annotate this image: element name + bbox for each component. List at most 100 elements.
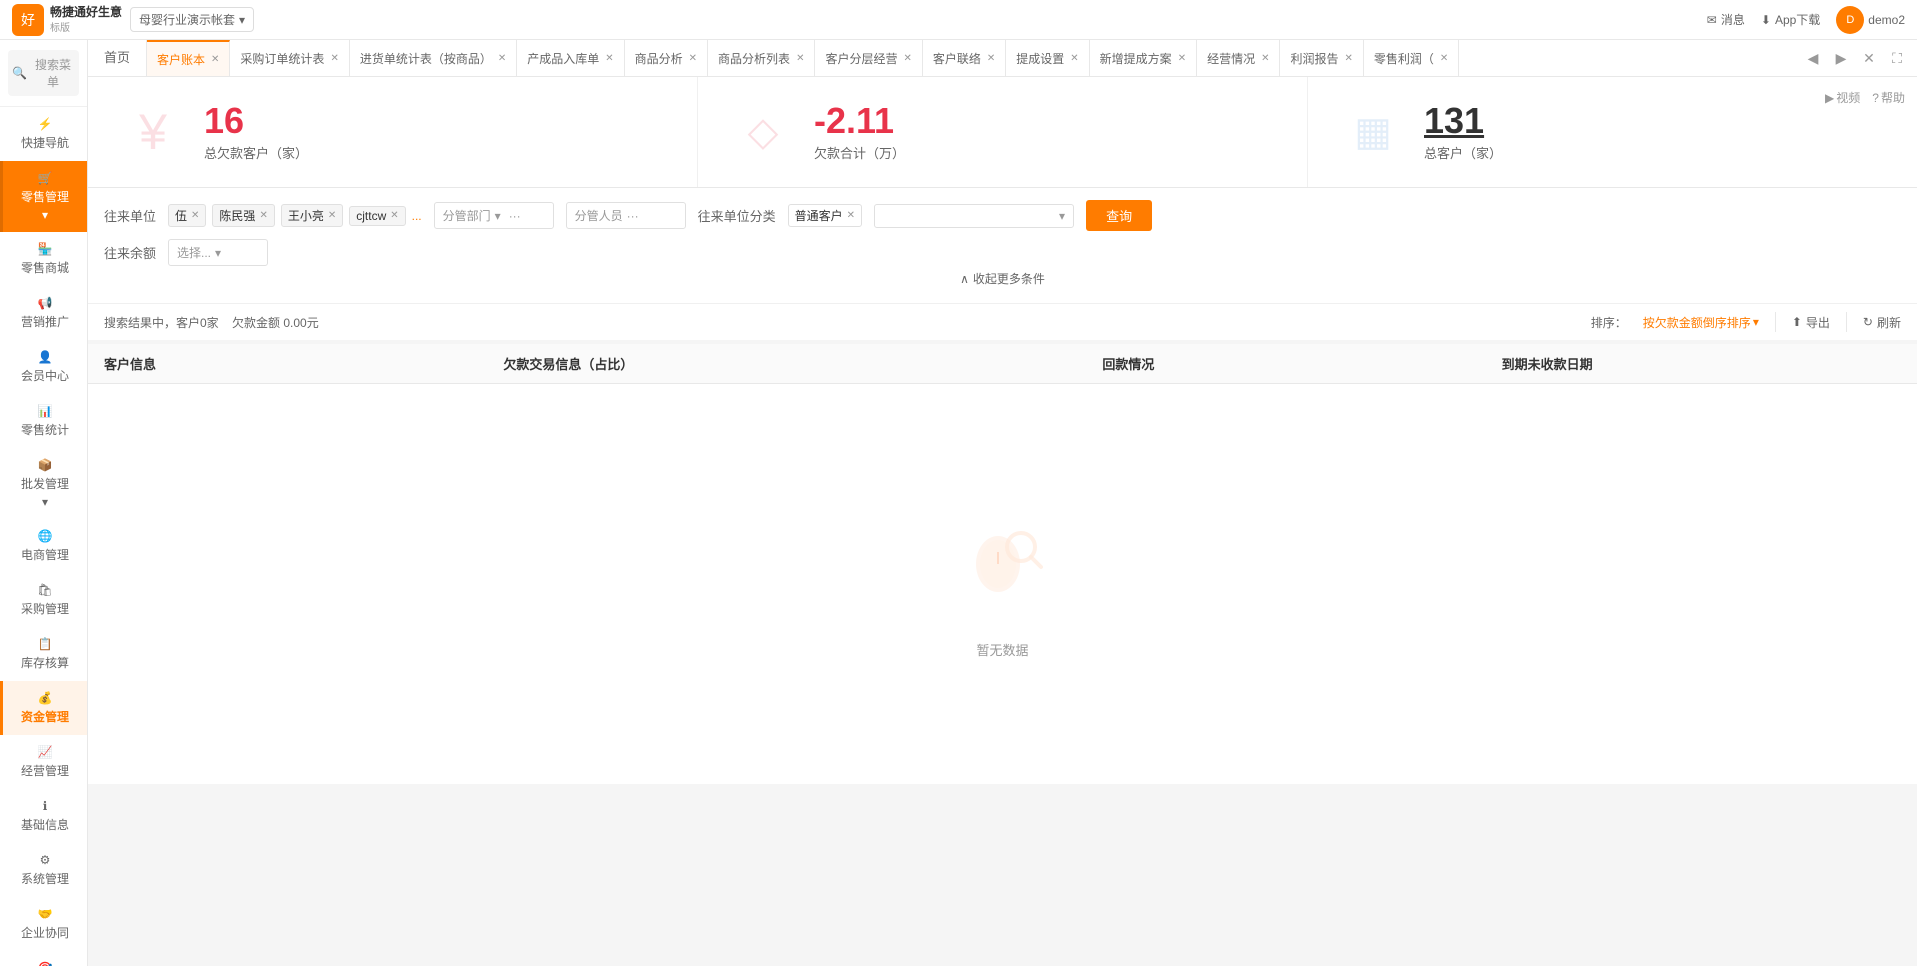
sidebar-item-member[interactable]: 👤 会员中心 — [0, 340, 87, 394]
tab-customer-debt[interactable]: 客户账本 ✕ — [147, 40, 230, 76]
chevron-down-icon-dept: ▾ — [495, 209, 501, 223]
tab-close-purchase-order-stats[interactable]: ✕ — [330, 53, 338, 64]
filter-tag-3[interactable]: cjttcw ✕ — [349, 206, 405, 226]
finance-icon: 💰 — [38, 691, 53, 705]
page-content: ¥ 16 总欠款客户（家） ◇ -2.11 欠款合计（万） — [88, 77, 1917, 784]
sidebar-item-quick-nav[interactable]: ⚡ 快捷导航 — [0, 107, 87, 161]
top-header: 好 畅捷通好生意 标版 母婴行业演示帐套 ▾ ✉ 消息 ⬇ App下载 D de… — [0, 0, 1917, 40]
account-selector[interactable]: 母婴行业演示帐套 ▾ — [130, 7, 254, 32]
tab-close-customer-debt[interactable]: ✕ — [211, 54, 219, 65]
sidebar-item-retail-mgmt[interactable]: 🛒 零售管理 ▾ — [0, 161, 87, 232]
sidebar-item-batch-mgmt[interactable]: 📦 批发管理 ▾ — [0, 448, 87, 519]
partner-unit-tags: 伍 ✕ 陈民强 ✕ 王小亮 ✕ — [168, 204, 422, 227]
message-btn[interactable]: ✉ 消息 — [1707, 11, 1745, 28]
collapse-more-conditions[interactable]: ∧ 收起更多条件 — [104, 266, 1901, 291]
col-repayment: 回款情况 — [1102, 354, 1501, 373]
refresh-button[interactable]: ↻ 刷新 — [1863, 314, 1901, 331]
tab-bar-actions: ◀ ▶ ✕ ⛶ — [1801, 46, 1917, 70]
sidebar-item-new-guide[interactable]: 🎯 新手引导 — [0, 951, 87, 966]
branch-dept-select[interactable]: 分管部门 ▾ ··· — [434, 202, 554, 229]
tab-close-new-raise-plan[interactable]: ✕ — [1178, 53, 1186, 64]
tab-close-retail-profit[interactable]: ✕ — [1440, 53, 1448, 64]
filter-tag-1[interactable]: 陈民强 ✕ — [212, 204, 274, 227]
sidebar-item-purchase-mgmt[interactable]: 🛍 采购管理 — [0, 573, 87, 627]
tab-close-product-analysis-list[interactable]: ✕ — [796, 53, 804, 64]
filter-tag-2[interactable]: 王小亮 ✕ — [281, 204, 343, 227]
sidebar-item-retail-stats[interactable]: 📊 零售统计 — [0, 394, 87, 448]
tab-customer-tier[interactable]: 客户分层经营 ✕ — [815, 40, 922, 76]
tab-new-raise-plan[interactable]: 新增提成方案 ✕ — [1090, 40, 1197, 76]
content-area: ¥ 16 总欠款客户（家） ◇ -2.11 欠款合计（万） — [88, 77, 1917, 966]
help-link[interactable]: ? 帮助 — [1872, 89, 1905, 106]
class-tag-close[interactable]: ✕ — [847, 210, 855, 221]
operations-icon: 📈 — [38, 745, 53, 759]
sidebar-item-ecom-mgmt[interactable]: 🌐 电商管理 — [0, 519, 87, 573]
filter-tag-close-0[interactable]: ✕ — [191, 210, 199, 221]
tab-close-product-cost-entry[interactable]: ✕ — [605, 53, 613, 64]
tab-close-customer-connect[interactable]: ✕ — [987, 53, 995, 64]
download-icon: ⬇ — [1761, 13, 1771, 27]
tab-fullscreen-btn[interactable]: ⛶ — [1885, 46, 1909, 70]
filter-tag-close-1[interactable]: ✕ — [259, 210, 267, 221]
stat-icon-debt-amount: ◇ — [728, 97, 798, 167]
stat-label-debt-amount: 欠款合计（万） — [814, 143, 905, 162]
member-icon: 👤 — [38, 350, 53, 364]
tab-raise-settings[interactable]: 提成设置 ✕ — [1006, 40, 1089, 76]
export-button[interactable]: ⬆ 导出 — [1792, 314, 1830, 331]
app-download-btn[interactable]: ⬇ App下载 — [1761, 11, 1820, 28]
tab-close-raise-settings[interactable]: ✕ — [1070, 53, 1078, 64]
tab-customer-connect[interactable]: 客户联络 ✕ — [923, 40, 1006, 76]
branch-person-select[interactable]: 分管人员 ··· — [566, 202, 686, 229]
sort-select[interactable]: 按欠款金额倒序排序 ▾ — [1643, 314, 1759, 331]
tab-retail-profit[interactable]: 零售利润（ ✕ — [1364, 40, 1459, 76]
video-help-link[interactable]: ▶ 视频 — [1825, 89, 1860, 106]
sidebar-item-system-mgmt[interactable]: ⚙ 系统管理 — [0, 843, 87, 897]
remaining-select[interactable]: 选择... ▾ — [168, 239, 268, 266]
search-icon: 🔍 — [12, 66, 27, 80]
sidebar-item-finance-mgmt[interactable]: 💰 资金管理 — [0, 681, 87, 735]
tab-next-btn[interactable]: ▶ — [1829, 46, 1853, 70]
sidebar-item-enterprise-collab[interactable]: 🤝 企业协同 — [0, 897, 87, 951]
tab-product-analysis[interactable]: 商品分析 ✕ — [625, 40, 708, 76]
batch-arrow-icon: ▾ — [42, 495, 48, 509]
header-left: 好 畅捷通好生意 标版 母婴行业演示帐套 ▾ — [12, 4, 254, 36]
sidebar-item-basic-info[interactable]: ℹ 基础信息 — [0, 789, 87, 843]
sidebar-item-inventory[interactable]: 📋 库存核算 — [0, 627, 87, 681]
sidebar-item-operations-mgmt[interactable]: 📈 经营管理 — [0, 735, 87, 789]
chevron-down-icon-person: ··· — [627, 209, 639, 223]
class-tag-normal[interactable]: 普通客户 ✕ — [788, 204, 862, 227]
tab-close-all-btn[interactable]: ✕ — [1857, 46, 1881, 70]
tab-close-profit-report[interactable]: ✕ — [1345, 53, 1353, 64]
retail-mgmt-icon: 🛒 — [38, 171, 53, 185]
user-menu[interactable]: D demo2 — [1836, 6, 1905, 34]
tab-close-operations-status[interactable]: ✕ — [1261, 53, 1269, 64]
tab-close-incoming-stats[interactable]: ✕ — [498, 53, 506, 64]
query-button[interactable]: 查询 — [1086, 200, 1152, 231]
chevron-down-icon-category: ▾ — [1059, 209, 1065, 223]
tab-close-customer-tier[interactable]: ✕ — [903, 53, 911, 64]
category-dropdown[interactable]: ▾ — [874, 204, 1074, 228]
tab-incoming-stats[interactable]: 进货单统计表（按商品） ✕ — [350, 40, 517, 76]
tab-profit-report[interactable]: 利润报告 ✕ — [1280, 40, 1363, 76]
filter-more-tags[interactable]: ... — [412, 209, 422, 223]
sidebar-item-marketing[interactable]: 📢 营销推广 — [0, 286, 87, 340]
filter-tag-close-3[interactable]: ✕ — [390, 210, 398, 221]
tab-prev-btn[interactable]: ◀ — [1801, 46, 1825, 70]
tab-purchase-order-stats[interactable]: 采购订单统计表 ✕ — [230, 40, 349, 76]
tab-product-cost-entry[interactable]: 产成品入库单 ✕ — [517, 40, 624, 76]
results-bar: 搜索结果中，客户0家 欠款金额 0.00元 排序： 按欠款金额倒序排序 ▾ ⬆ — [88, 303, 1917, 340]
filter-tag-0[interactable]: 伍 ✕ — [168, 204, 206, 227]
sidebar-item-retail-mall[interactable]: 🏪 零售商城 — [0, 232, 87, 286]
tab-close-product-analysis[interactable]: ✕ — [689, 53, 697, 64]
tab-bar-wrapper: 首页 客户账本 ✕ 采购订单统计表 ✕ 进货单统计表（按商品） ✕ 产成品入库单… — [88, 40, 1917, 77]
tab-home[interactable]: 首页 — [88, 40, 147, 76]
chevron-down-icon-remaining: ▾ — [215, 246, 221, 260]
inventory-icon: 📋 — [38, 637, 53, 651]
search-menu-button[interactable]: 🔍 搜索菜单 — [8, 50, 79, 96]
remaining-label: 往来余额 — [104, 243, 156, 262]
tab-product-analysis-list[interactable]: 商品分析列表 ✕ — [708, 40, 815, 76]
results-actions: 排序： 按欠款金额倒序排序 ▾ ⬆ 导出 ↻ 刷新 — [1591, 312, 1901, 332]
stat-number-debt-customers: 16 — [204, 103, 308, 139]
tab-operations-status[interactable]: 经营情况 ✕ — [1197, 40, 1280, 76]
filter-tag-close-2[interactable]: ✕ — [328, 210, 336, 221]
